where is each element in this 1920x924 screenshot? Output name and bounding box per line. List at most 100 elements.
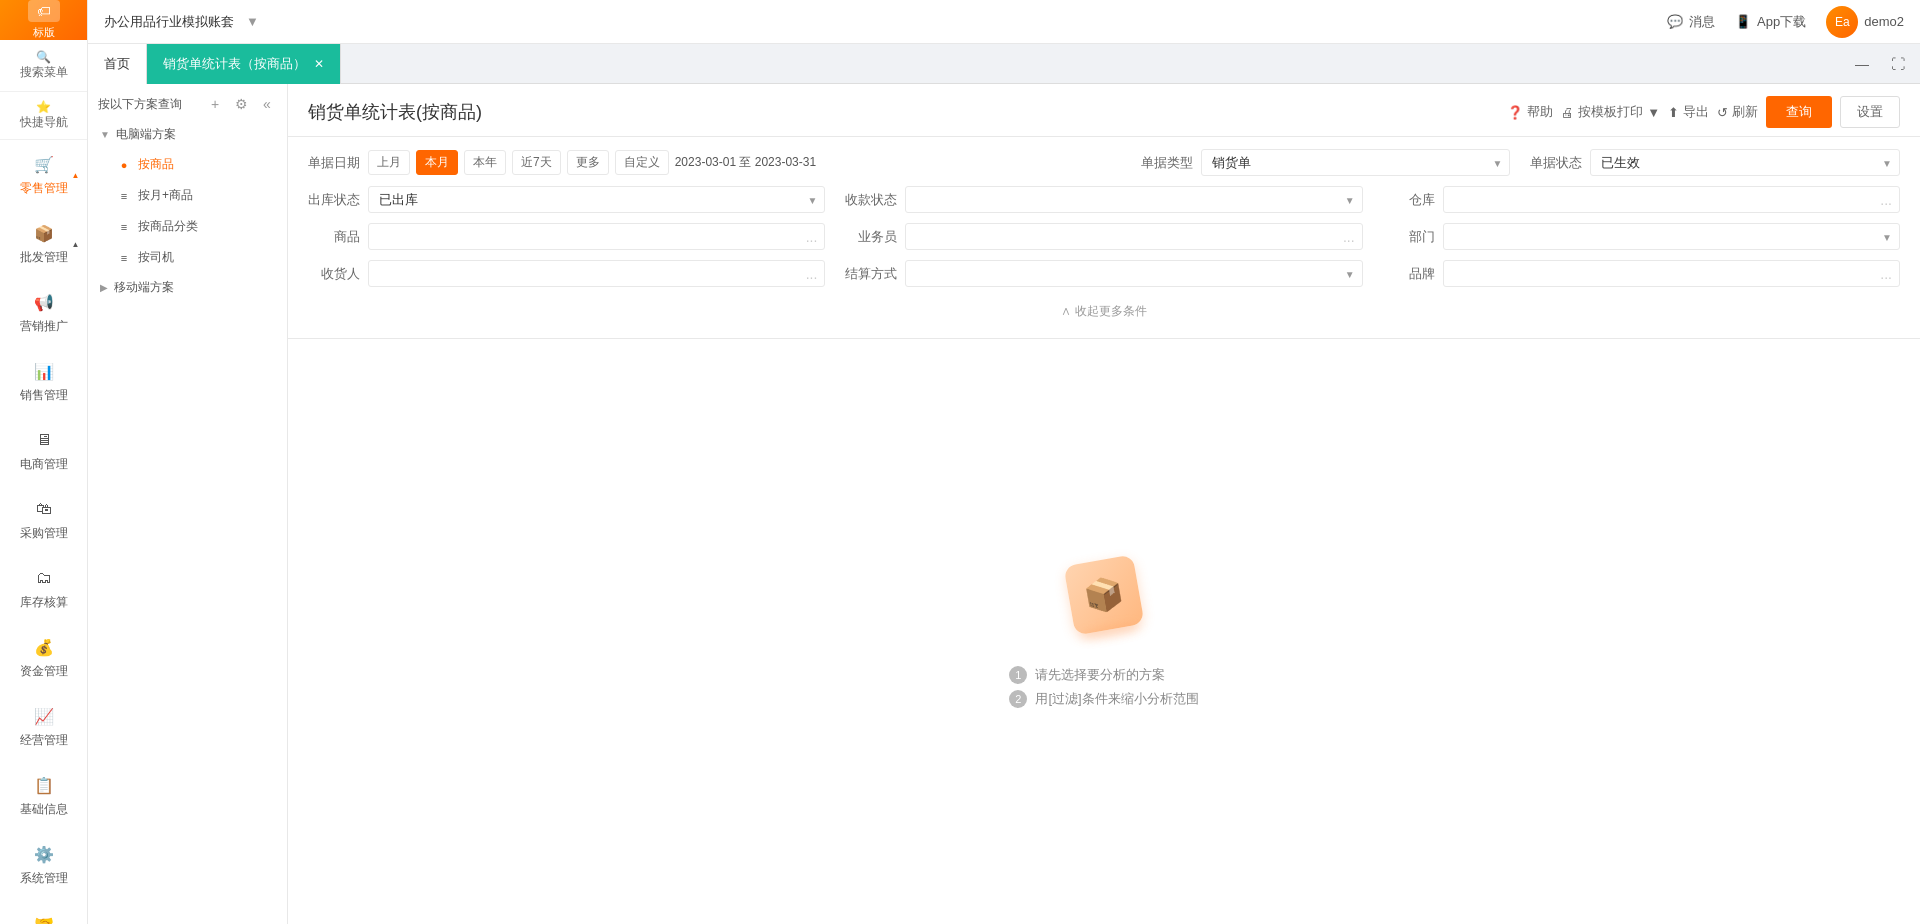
right-content: 销货单统计表(按商品) ❓ 帮助 🖨 按模板打印 ▼ ⬆ 导出: [288, 84, 1920, 924]
finance-icon: 💰: [32, 635, 56, 659]
retail-icon: 🛒: [32, 152, 56, 176]
procurement-label: 采购管理: [20, 525, 68, 542]
sidebar-item-system[interactable]: ⚙️ 系统管理: [0, 830, 88, 899]
export-icon: ⬆: [1668, 105, 1679, 120]
date-last-month[interactable]: 上月: [368, 150, 410, 175]
workspace-title: 办公用品行业模拟账套: [104, 13, 234, 31]
tab-close-icon[interactable]: ✕: [314, 57, 324, 71]
marketing-label: 营销推广: [20, 318, 68, 335]
message-btn[interactable]: 💬 消息: [1667, 13, 1715, 31]
sales-stats-tab-label: 销货单统计表（按商品）: [163, 55, 306, 73]
add-scheme-btn[interactable]: +: [205, 94, 225, 114]
payment-select[interactable]: [905, 260, 1362, 287]
stockout-select[interactable]: 已出库: [368, 186, 825, 213]
by-goods-label: 按商品: [138, 156, 174, 173]
dept-select[interactable]: [1443, 223, 1900, 250]
workspace-dropdown[interactable]: ▼: [246, 14, 259, 29]
print-btn[interactable]: 🖨 按模板打印 ▼: [1561, 103, 1660, 121]
tab-home[interactable]: 首页: [88, 44, 147, 84]
avatar: Ea: [1826, 6, 1858, 38]
sidebar-item-procurement[interactable]: 🛍 采购管理: [0, 485, 88, 554]
scheme-group-pc-header[interactable]: ▼ 电脑端方案: [88, 120, 287, 149]
by-category-label: 按商品分类: [138, 218, 198, 235]
date-this-month[interactable]: 本月: [416, 150, 458, 175]
goods-control: [368, 223, 825, 250]
goods-input[interactable]: [368, 223, 825, 250]
scheme-item-by-month-goods[interactable]: ≡ 按月+商品: [88, 180, 287, 211]
docstatus-label: 单据状态: [1530, 154, 1582, 172]
doctype-select[interactable]: 销货单: [1201, 149, 1511, 176]
settings-scheme-btn[interactable]: ⚙: [231, 94, 251, 114]
collapse-panel-btn[interactable]: «: [257, 94, 277, 114]
export-btn[interactable]: ⬆ 导出: [1668, 103, 1709, 121]
stockout-label: 出库状态: [308, 191, 360, 209]
export-label: 导出: [1683, 103, 1709, 121]
warehouse-control: [1443, 186, 1900, 213]
app-download-icon: 📱: [1735, 14, 1751, 29]
filter-date-field: 单据日期 上月 本月 本年 近7天 更多 自定义 2023-03-01 至 20…: [308, 150, 1121, 175]
date-this-year[interactable]: 本年: [464, 150, 506, 175]
by-cashier-icon: ≡: [116, 250, 132, 266]
inventory-icon: 🗂: [32, 566, 56, 590]
stockout-control: 已出库: [368, 186, 825, 213]
user-profile[interactable]: Ea demo2: [1826, 6, 1904, 38]
help-btn[interactable]: ❓ 帮助: [1507, 103, 1553, 121]
message-icon: 💬: [1667, 14, 1683, 29]
operations-label: 经营管理: [20, 732, 68, 749]
sidebar-item-base[interactable]: 📋 基础信息: [0, 761, 88, 830]
docstatus-select[interactable]: 已生效: [1590, 149, 1900, 176]
tab-maximize-btn[interactable]: ⛶: [1884, 50, 1912, 78]
query-btn[interactable]: 查询: [1766, 96, 1832, 128]
receipt-select[interactable]: [905, 186, 1362, 213]
recipient-control: [368, 260, 825, 287]
by-month-goods-label: 按月+商品: [138, 187, 193, 204]
sidebar-item-quicknav[interactable]: ⭐ 快捷导航: [0, 92, 88, 140]
wholesale-icon: 📦: [32, 221, 56, 245]
scheme-group-mobile-header[interactable]: ▶ 移动端方案: [88, 273, 287, 302]
refresh-btn[interactable]: ↺ 刷新: [1717, 103, 1758, 121]
hint-num-1: 1: [1009, 666, 1027, 684]
scheme-item-by-category[interactable]: ≡ 按商品分类: [88, 211, 287, 242]
sidebar-item-operations[interactable]: 📈 经营管理: [0, 692, 88, 761]
date-label: 单据日期: [308, 154, 360, 172]
sidebar-item-inventory[interactable]: 🗂 库存核算: [0, 554, 88, 623]
salesperson-input[interactable]: [905, 223, 1362, 250]
sidebar-item-search[interactable]: 🔍 搜索菜单: [0, 40, 88, 92]
page-header-actions: ❓ 帮助 🖨 按模板打印 ▼ ⬆ 导出 ↺ 刷新: [1507, 96, 1900, 128]
warehouse-input[interactable]: [1443, 186, 1900, 213]
brand-input[interactable]: [1443, 260, 1900, 287]
sidebar-item-ecommerce[interactable]: 🖥 电商管理: [0, 416, 88, 485]
inventory-label: 库存核算: [20, 594, 68, 611]
app-download-btn[interactable]: 📱 App下载: [1735, 13, 1806, 31]
user-name: demo2: [1864, 14, 1904, 29]
date-custom[interactable]: 自定义: [615, 150, 669, 175]
settings-btn[interactable]: 设置: [1840, 96, 1900, 128]
tab-sales-stats[interactable]: 销货单统计表（按商品） ✕: [147, 44, 341, 84]
date-7days[interactable]: 近7天: [512, 150, 561, 175]
salesperson-control: [905, 223, 1362, 250]
left-panel: 按以下方案查询 + ⚙ « ▼ 电脑端方案 ● 按商品 ≡ 按月: [88, 84, 288, 924]
by-cashier-label: 按司机: [138, 249, 174, 266]
warehouse-label: 仓库: [1383, 191, 1435, 209]
system-label: 系统管理: [20, 870, 68, 887]
search-icon: 🔍: [8, 50, 80, 64]
sidebar-item-finance[interactable]: 💰 资金管理: [0, 623, 88, 692]
app-logo[interactable]: 🏷 标版: [0, 0, 88, 40]
docstatus-control: 已生效: [1590, 149, 1900, 176]
sidebar-item-enterprise[interactable]: 🤝 企业协同: [0, 899, 88, 924]
sidebar-item-sales[interactable]: 📊 销售管理: [0, 347, 88, 416]
tab-minimize-btn[interactable]: —: [1848, 50, 1876, 78]
refresh-label: 刷新: [1732, 103, 1758, 121]
sidebar-item-retail[interactable]: 🛒 零售管理: [0, 140, 88, 209]
hint-num-2: 2: [1009, 690, 1027, 708]
collapse-filter-bar[interactable]: ∧ 收起更多条件: [308, 297, 1900, 326]
system-icon: ⚙️: [32, 842, 56, 866]
date-more[interactable]: 更多: [567, 150, 609, 175]
sidebar-item-marketing[interactable]: 📢 营销推广: [0, 278, 88, 347]
marketing-icon: 📢: [32, 290, 56, 314]
recipient-input[interactable]: [368, 260, 825, 287]
scheme-item-by-goods[interactable]: ● 按商品: [88, 149, 287, 180]
scheme-item-by-cashier[interactable]: ≡ 按司机: [88, 242, 287, 273]
sidebar-item-wholesale[interactable]: 📦 批发管理: [0, 209, 88, 278]
logo-icon: 🏷: [28, 0, 60, 22]
